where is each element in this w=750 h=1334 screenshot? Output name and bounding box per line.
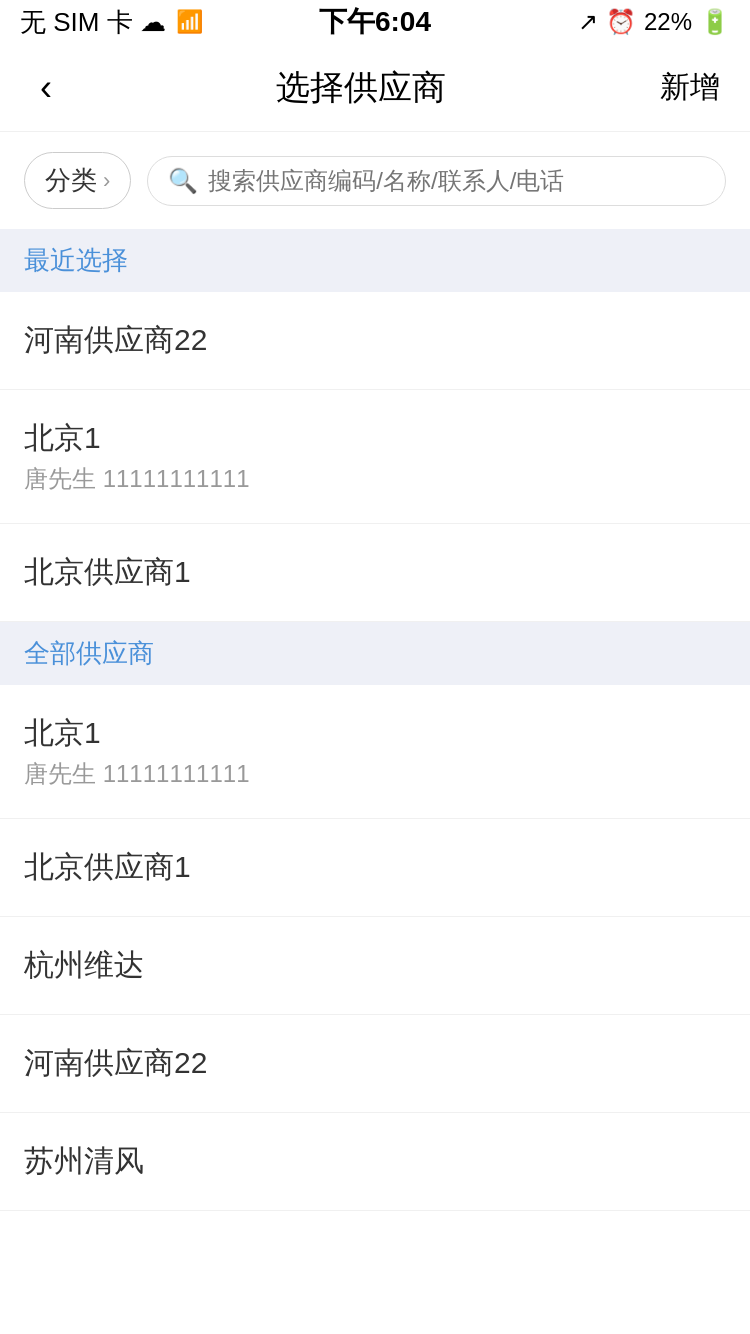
filter-bar: 分类 › 🔍 <box>0 132 750 229</box>
item-sub: 唐先生 11111111111 <box>24 758 726 790</box>
status-time: 下午6:04 <box>319 3 431 41</box>
item-name: 北京1 <box>24 418 726 459</box>
all-section-header: 全部供应商 <box>0 622 750 685</box>
search-input[interactable] <box>208 167 705 195</box>
all-section-label: 全部供应商 <box>24 638 154 668</box>
list-item[interactable]: 河南供应商22 <box>0 1015 750 1113</box>
recent-items-list: 河南供应商22 北京1 唐先生 11111111111 北京供应商1 <box>0 292 750 622</box>
nav-bar: ‹ 选择供应商 新增 <box>0 44 750 132</box>
item-name: 杭州维达 <box>24 945 726 986</box>
status-right: ↗ ⏰ 22% 🔋 <box>578 8 730 36</box>
list-item[interactable]: 北京供应商1 <box>0 819 750 917</box>
back-icon: ‹ <box>40 67 52 108</box>
no-sim-label: 无 SIM 卡 ☁ <box>20 5 166 40</box>
recent-section-header: 最近选择 <box>0 229 750 292</box>
category-label: 分类 <box>45 163 97 198</box>
wifi-icon: 📶 <box>176 9 203 35</box>
item-name: 河南供应商22 <box>24 320 726 361</box>
list-item[interactable]: 北京1 唐先生 11111111111 <box>0 390 750 524</box>
battery-label: 22% <box>644 8 692 36</box>
item-sub: 唐先生 11111111111 <box>24 463 726 495</box>
item-name: 北京1 <box>24 713 726 754</box>
back-button[interactable]: ‹ <box>30 57 62 119</box>
item-name: 河南供应商22 <box>24 1043 726 1084</box>
alarm-icon: ⏰ <box>606 8 636 36</box>
search-box: 🔍 <box>147 156 726 206</box>
category-button[interactable]: 分类 › <box>24 152 131 209</box>
add-button[interactable]: 新增 <box>660 67 720 108</box>
item-name: 北京供应商1 <box>24 552 726 593</box>
recent-section-label: 最近选择 <box>24 245 128 275</box>
status-bar: 无 SIM 卡 ☁ 📶 下午6:04 ↗ ⏰ 22% 🔋 <box>0 0 750 44</box>
chevron-right-icon: › <box>103 168 110 194</box>
list-item[interactable]: 苏州清风 <box>0 1113 750 1211</box>
list-item[interactable]: 北京1 唐先生 11111111111 <box>0 685 750 819</box>
location-icon: ↗ <box>578 8 598 36</box>
list-item[interactable]: 河南供应商22 <box>0 292 750 390</box>
list-item[interactable]: 杭州维达 <box>0 917 750 1015</box>
search-icon: 🔍 <box>168 167 198 195</box>
status-left: 无 SIM 卡 ☁ 📶 <box>20 5 203 40</box>
all-items-list: 北京1 唐先生 11111111111 北京供应商1 杭州维达 河南供应商22 … <box>0 685 750 1211</box>
item-name: 苏州清风 <box>24 1141 726 1182</box>
item-name: 北京供应商1 <box>24 847 726 888</box>
page-title: 选择供应商 <box>276 65 446 111</box>
battery-icon: 🔋 <box>700 8 730 36</box>
list-item[interactable]: 北京供应商1 <box>0 524 750 622</box>
